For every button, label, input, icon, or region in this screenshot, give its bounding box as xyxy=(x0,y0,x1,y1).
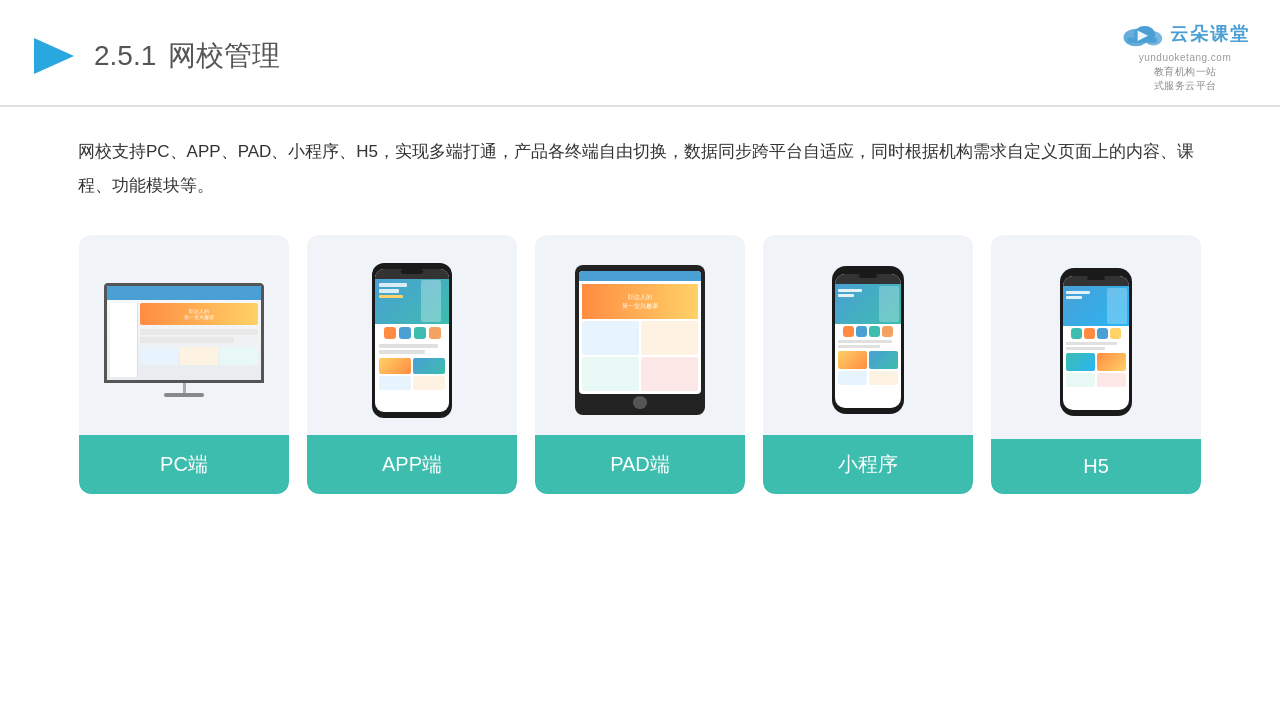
phone-screen xyxy=(375,269,449,412)
header-left: 2.5.1 网校管理 xyxy=(30,32,284,80)
page-title-prefix: 2.5.1 xyxy=(94,40,156,71)
card-h5-label: H5 xyxy=(991,439,1201,494)
h5-phone-mockup xyxy=(1060,268,1132,416)
miniapp-phone-mockup xyxy=(832,266,904,414)
h5-phone-notch xyxy=(1087,276,1105,280)
phone-small-screen xyxy=(835,274,901,408)
card-h5-image xyxy=(991,235,1201,439)
card-miniapp-image xyxy=(763,235,973,435)
card-app-image xyxy=(307,235,517,435)
card-app-label: APP端 xyxy=(307,435,517,494)
card-app: APP端 xyxy=(307,235,517,494)
phone-small-notch xyxy=(859,274,877,278)
logo-text: 云朵课堂 xyxy=(1170,22,1250,46)
card-h5: H5 xyxy=(991,235,1201,494)
cards-container: 职达人的第一堂兴趣课 xyxy=(0,203,1280,494)
logo-url: yunduoketang.com xyxy=(1139,52,1232,63)
play-icon xyxy=(30,32,78,80)
card-miniapp-label: 小程序 xyxy=(763,435,973,494)
card-pc-label: PC端 xyxy=(79,435,289,494)
tablet-mockup: 职达人的第一堂兴趣课 xyxy=(575,265,705,415)
app-phone-mockup xyxy=(372,263,452,418)
description-paragraph: 网校支持PC、APP、PAD、小程序、H5，实现多端打通，产品各终端自由切换，数… xyxy=(78,135,1202,203)
logo-sub: 教育机构一站式服务云平台 xyxy=(1154,65,1217,93)
card-pad-label: PAD端 xyxy=(535,435,745,494)
pc-mockup: 职达人的第一堂兴趣课 xyxy=(99,283,269,397)
card-miniapp: 小程序 xyxy=(763,235,973,494)
h5-phone-screen xyxy=(1063,276,1129,410)
logo-area: 云朵课堂 yunduoketang.com 教育机构一站式服务云平台 xyxy=(1120,18,1250,93)
card-pc-image: 职达人的第一堂兴趣课 xyxy=(79,235,289,435)
description-text: 网校支持PC、APP、PAD、小程序、H5，实现多端打通，产品各终端自由切换，数… xyxy=(0,107,1280,203)
tablet-screen: 职达人的第一堂兴趣课 xyxy=(579,271,701,394)
logo-cloud: 云朵课堂 xyxy=(1120,18,1250,50)
logo-icon xyxy=(1120,18,1164,50)
card-pad-image: 职达人的第一堂兴趣课 xyxy=(535,235,745,435)
svg-marker-0 xyxy=(34,38,74,74)
card-pad: 职达人的第一堂兴趣课 PAD端 xyxy=(535,235,745,494)
page-title: 2.5.1 网校管理 xyxy=(94,37,284,75)
pc-screen: 职达人的第一堂兴趣课 xyxy=(104,283,264,383)
page-title-main: 网校管理 xyxy=(168,40,280,71)
card-pc: 职达人的第一堂兴趣课 xyxy=(79,235,289,494)
phone-notch xyxy=(401,269,423,274)
header: 2.5.1 网校管理 云朵课堂 yunduoketang.com 教育机构一站式… xyxy=(0,0,1280,107)
